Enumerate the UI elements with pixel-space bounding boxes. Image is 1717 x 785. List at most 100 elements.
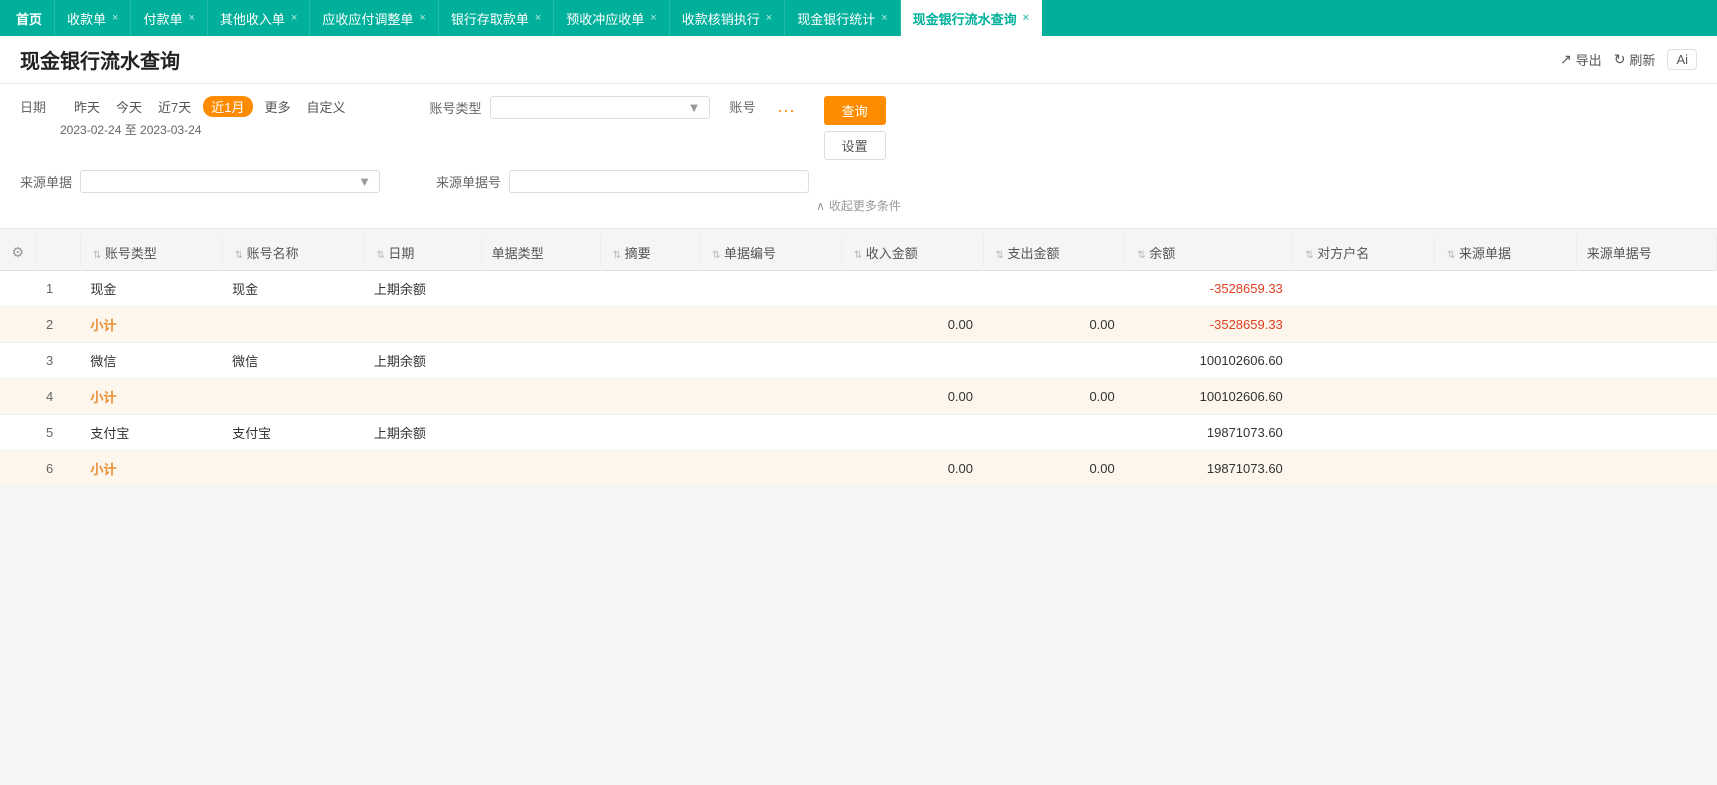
th-account-type[interactable]: ⇅ 账号类型 [80,235,222,271]
table-row: 3 微信 微信 上期余额 100102606.60 [0,343,1717,379]
row-source-doc-no-2 [1576,343,1716,379]
nav-prepay-offset[interactable]: 预收冲应收单 × [554,0,669,36]
row-account-type-3: 小计 [80,379,222,415]
export-button[interactable]: ↗ 导出 [1560,50,1602,69]
row-expense-4 [983,415,1125,451]
row-doc-no-2 [700,343,842,379]
refresh-button[interactable]: ↻ 刷新 [1614,50,1656,69]
th-date[interactable]: ⇅ 日期 [364,235,481,271]
row-account-type-4: 支付宝 [80,415,222,451]
row-gear-0 [0,271,36,307]
sort-source-doc-icon: ⇅ [1447,250,1455,261]
nav-receipt-verify[interactable]: 收款核销执行 × [670,0,785,36]
settings-button[interactable]: 设置 [824,131,886,160]
row-num-3: 4 [36,379,80,415]
th-doc-no[interactable]: ⇅ 单据编号 [700,235,842,271]
row-income-4 [841,415,983,451]
th-summary[interactable]: ⇅ 摘要 [600,235,699,271]
row-income-0 [841,271,983,307]
close-prepay-icon[interactable]: × [650,12,656,24]
row-num-2: 3 [36,343,80,379]
row-balance-2: 100102606.60 [1125,343,1293,379]
row-account-type-1: 小计 [80,307,222,343]
close-flow-icon[interactable]: × [1023,12,1029,24]
shortcut-today[interactable]: 今天 [112,96,146,117]
row-doc-type-3 [481,379,600,415]
ai-button[interactable]: Ai [1667,49,1697,70]
row-doc-no-4 [700,415,842,451]
row-account-type-0: 现金 [80,271,222,307]
row-doc-type-2 [481,343,600,379]
row-source-doc-0 [1435,271,1577,307]
close-receipt-verify-icon[interactable]: × [766,12,772,24]
filter-area: 日期 昨天 今天 近7天 近1月 更多 自定义 2023-02-24 至 202… [0,84,1717,229]
shortcut-yesterday[interactable]: 昨天 [70,96,104,117]
row-doc-no-5 [700,451,842,487]
table-settings-icon[interactable]: ⚙ [11,244,24,260]
row-summary-4 [600,415,699,451]
close-receipt-icon[interactable]: × [112,12,118,24]
th-account-name[interactable]: ⇅ 账号名称 [222,235,364,271]
row-expense-1: 0.00 [983,307,1125,343]
nav-cash-bank-flow[interactable]: 现金银行流水查询 × [901,0,1042,36]
close-bank-deposit-icon[interactable]: × [535,12,541,24]
nav-cash-bank-stats[interactable]: 现金银行统计 × [785,0,900,36]
th-source-doc[interactable]: ⇅ 来源单据 [1435,235,1577,271]
account-type-arrow-icon: ▼ [688,100,701,115]
nav-other-income[interactable]: 其他收入单 × [208,0,310,36]
row-num-0: 1 [36,271,80,307]
row-income-5: 0.00 [841,451,983,487]
row-date-0: 上期余额 [364,271,481,307]
collapse-bar[interactable]: ∧ 收起更多条件 [20,193,1697,220]
header-actions: ↗ 导出 ↻ 刷新 Ai [1560,49,1697,70]
th-expense[interactable]: ⇅ 支出金额 [983,235,1125,271]
th-row-num [36,235,80,271]
th-doc-type[interactable]: 单据类型 [481,235,600,271]
row-num-4: 5 [36,415,80,451]
shortcut-7days[interactable]: 近7天 [154,96,195,117]
source-doc-arrow-icon: ▼ [358,174,371,189]
nav-ar-ap-adjust[interactable]: 应收应付调整单 × [310,0,438,36]
row-expense-5: 0.00 [983,451,1125,487]
nav-receipt[interactable]: 收款单 × [55,0,131,36]
query-button[interactable]: 查询 [824,96,886,125]
row-expense-3: 0.00 [983,379,1125,415]
sort-doc-no-icon: ⇅ [712,250,720,261]
th-source-doc-no[interactable]: 来源单据号 [1576,235,1716,271]
row-income-1: 0.00 [841,307,983,343]
account-type-label: 账号类型 [430,98,482,117]
row-balance-3: 100102606.60 [1125,379,1293,415]
shortcut-more[interactable]: 更多 [261,96,295,117]
row-num-1: 2 [36,307,80,343]
shortcut-1month[interactable]: 近1月 [203,96,252,117]
row-date-4: 上期余额 [364,415,481,451]
row-account-name-2: 微信 [222,343,364,379]
source-doc-select[interactable]: ▼ [80,170,380,193]
nav-bank-deposit[interactable]: 银行存取款单 × [439,0,554,36]
row-counterparty-4 [1293,415,1435,451]
th-income[interactable]: ⇅ 收入金额 [841,235,983,271]
row-source-doc-3 [1435,379,1577,415]
row-counterparty-2 [1293,343,1435,379]
account-dots-button[interactable]: ... [778,96,796,117]
nav-home[interactable]: 首页 [4,0,55,36]
close-other-income-icon[interactable]: × [291,12,297,24]
row-counterparty-5 [1293,451,1435,487]
row-account-name-4: 支付宝 [222,415,364,451]
th-balance[interactable]: ⇅ 余额 [1125,235,1293,271]
source-doc-no-input[interactable] [509,170,809,193]
close-ar-ap-icon[interactable]: × [419,12,425,24]
sort-account-name-icon: ⇅ [235,250,243,261]
row-doc-type-4 [481,415,600,451]
row-income-3: 0.00 [841,379,983,415]
collapse-up-icon: ∧ [816,199,825,213]
nav-payment[interactable]: 付款单 × [131,0,207,36]
row-gear-1 [0,307,36,343]
sort-counterparty-icon: ⇅ [1305,250,1313,261]
close-payment-icon[interactable]: × [188,12,194,24]
shortcut-custom[interactable]: 自定义 [303,96,350,117]
row-balance-4: 19871073.60 [1125,415,1293,451]
account-type-select[interactable]: ▼ [490,96,710,119]
th-counterparty[interactable]: ⇅ 对方户名 [1293,235,1435,271]
close-stats-icon[interactable]: × [881,12,887,24]
